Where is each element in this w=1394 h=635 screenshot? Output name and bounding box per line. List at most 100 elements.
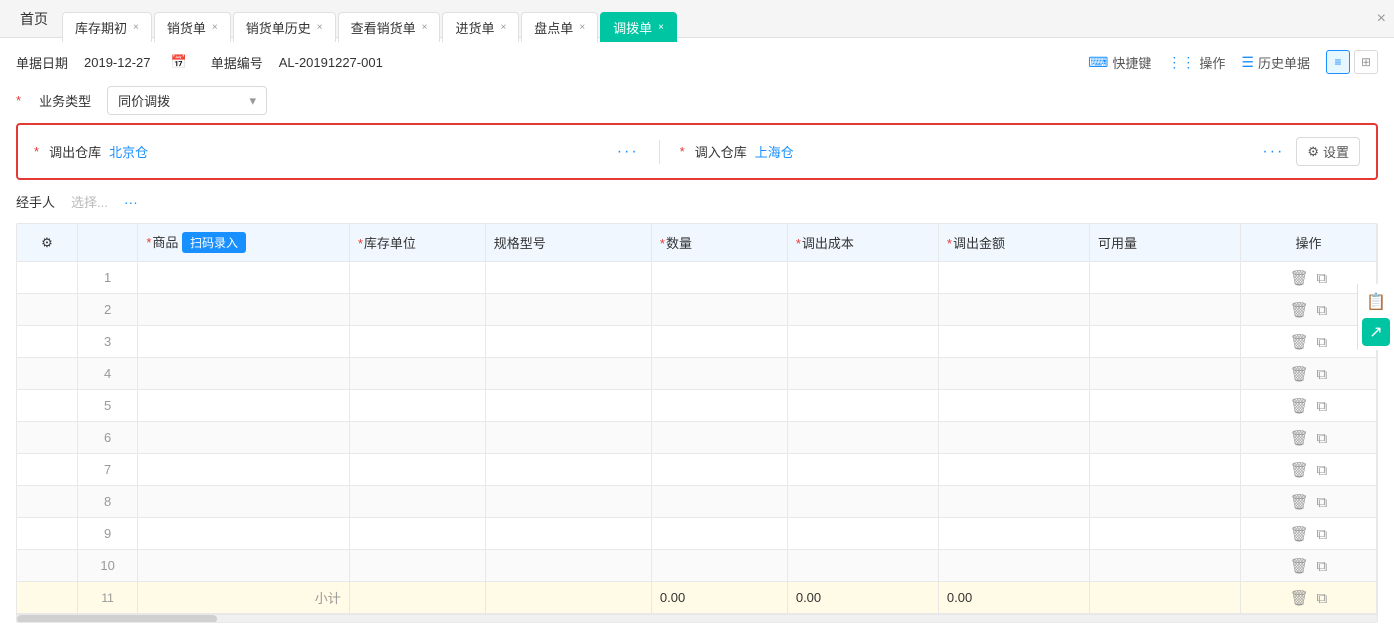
- row-qty-cell[interactable]: [651, 518, 787, 550]
- row-amount-cell[interactable]: [938, 294, 1089, 326]
- row-qty-cell[interactable]: [651, 422, 787, 454]
- row-product-cell[interactable]: [138, 518, 349, 550]
- history-docs-action[interactable]: ☰ 历史单据: [1241, 53, 1310, 72]
- row-spec-cell[interactable]: [485, 422, 651, 454]
- row-amount-cell[interactable]: [938, 262, 1089, 294]
- row-product-cell[interactable]: [138, 390, 349, 422]
- row-qty-cell[interactable]: [651, 390, 787, 422]
- row-unit-cell[interactable]: [349, 326, 485, 358]
- delete-icon[interactable]: 🗑: [1290, 398, 1309, 415]
- delete-icon[interactable]: 🗑: [1290, 366, 1309, 383]
- col-gear-header[interactable]: ⚙: [17, 224, 77, 262]
- row-unit-cell[interactable]: [349, 358, 485, 390]
- close-icon[interactable]: ×: [658, 22, 664, 33]
- row-product-cell[interactable]: [138, 454, 349, 486]
- close-icon[interactable]: ×: [422, 22, 428, 33]
- row-unit-cell[interactable]: [349, 294, 485, 326]
- row-product-cell[interactable]: [138, 486, 349, 518]
- shortcuts-action[interactable]: ⌨ 快捷键: [1088, 53, 1151, 72]
- row-product-cell[interactable]: [138, 326, 349, 358]
- close-icon[interactable]: ×: [133, 22, 139, 33]
- copy-icon[interactable]: ⧉: [1316, 590, 1327, 607]
- grid-view-button[interactable]: ⊞: [1354, 50, 1378, 74]
- row-unit-cell[interactable]: [349, 550, 485, 582]
- row-cost-cell[interactable]: [787, 518, 938, 550]
- row-unit-cell[interactable]: [349, 262, 485, 294]
- row-cost-cell[interactable]: [787, 390, 938, 422]
- tab-view-sales[interactable]: 查看销货单 ×: [338, 12, 441, 42]
- copy-icon[interactable]: ⧉: [1316, 494, 1327, 511]
- close-icon[interactable]: ×: [579, 22, 585, 33]
- scroll-thumb[interactable]: [17, 615, 217, 623]
- close-icon[interactable]: ×: [317, 22, 323, 33]
- row-amount-cell[interactable]: [938, 518, 1089, 550]
- person-select[interactable]: 选择...: [71, 192, 108, 211]
- row-spec-cell[interactable]: [485, 326, 651, 358]
- row-amount-cell[interactable]: [938, 486, 1089, 518]
- row-qty-cell[interactable]: [651, 454, 787, 486]
- delete-icon[interactable]: 🗑: [1290, 462, 1309, 479]
- row-cost-cell[interactable]: [787, 262, 938, 294]
- row-unit-cell[interactable]: [349, 422, 485, 454]
- row-qty-cell[interactable]: [651, 358, 787, 390]
- row-product-cell[interactable]: [138, 422, 349, 454]
- copy-icon[interactable]: ⧉: [1316, 270, 1327, 287]
- row-qty-cell[interactable]: [651, 262, 787, 294]
- copy-icon[interactable]: ⧉: [1316, 366, 1327, 383]
- row-cost-cell[interactable]: [787, 326, 938, 358]
- row-unit-cell[interactable]: [349, 390, 485, 422]
- row-cost-cell[interactable]: [787, 454, 938, 486]
- delete-icon[interactable]: 🗑: [1290, 526, 1309, 543]
- row-unit-cell[interactable]: [349, 454, 485, 486]
- delete-icon[interactable]: 🗑: [1290, 590, 1309, 607]
- row-amount-cell[interactable]: [938, 454, 1089, 486]
- copy-icon[interactable]: ⧉: [1316, 430, 1327, 447]
- operations-action[interactable]: ⋮⋮ 操作: [1167, 53, 1225, 72]
- delete-icon[interactable]: 🗑: [1290, 302, 1309, 319]
- settings-button[interactable]: ⚙ 设置: [1296, 137, 1360, 166]
- row-cost-cell[interactable]: [787, 422, 938, 454]
- tab-inventory-count[interactable]: 盘点单 ×: [521, 12, 598, 42]
- tab-sales-history[interactable]: 销货单历史 ×: [233, 12, 336, 42]
- row-cost-cell[interactable]: [787, 358, 938, 390]
- row-qty-cell[interactable]: [651, 294, 787, 326]
- copy-icon[interactable]: ⧉: [1316, 558, 1327, 575]
- tab-purchase-order[interactable]: 进货单 ×: [442, 12, 519, 42]
- tab-transfer-order[interactable]: 调拨单 ×: [600, 12, 677, 42]
- row-spec-cell[interactable]: [485, 486, 651, 518]
- tab-sales-order[interactable]: 销货单 ×: [154, 12, 231, 42]
- delete-icon[interactable]: 🗑: [1290, 430, 1309, 447]
- barcode-scan-button[interactable]: 扫码录入: [182, 232, 246, 253]
- warehouse-out-value[interactable]: 北京仓: [109, 142, 148, 161]
- person-more-button[interactable]: ···: [124, 194, 138, 210]
- row-amount-cell[interactable]: [938, 422, 1089, 454]
- delete-icon[interactable]: 🗑: [1290, 334, 1309, 351]
- row-spec-cell[interactable]: [485, 262, 651, 294]
- warehouse-out-more-button[interactable]: ···: [617, 143, 639, 161]
- delete-icon[interactable]: 🗑: [1290, 494, 1309, 511]
- horizontal-scrollbar[interactable]: [17, 614, 1377, 622]
- close-icon[interactable]: ×: [500, 22, 506, 33]
- row-spec-cell[interactable]: [485, 454, 651, 486]
- business-type-select[interactable]: 同价调拨 ▾: [107, 86, 267, 115]
- warehouse-in-value[interactable]: 上海仓: [755, 142, 794, 161]
- copy-icon[interactable]: ⧉: [1316, 398, 1327, 415]
- copy-icon[interactable]: ⧉: [1316, 302, 1327, 319]
- row-amount-cell[interactable]: [938, 550, 1089, 582]
- date-value[interactable]: 2019-12-27: [84, 55, 151, 70]
- row-cost-cell[interactable]: [787, 486, 938, 518]
- row-qty-cell[interactable]: [651, 326, 787, 358]
- row-spec-cell[interactable]: [485, 518, 651, 550]
- row-product-cell[interactable]: [138, 550, 349, 582]
- window-close-button[interactable]: ×: [1377, 10, 1386, 28]
- row-spec-cell[interactable]: [485, 294, 651, 326]
- row-amount-cell[interactable]: [938, 390, 1089, 422]
- row-cost-cell[interactable]: [787, 294, 938, 326]
- row-qty-cell[interactable]: [651, 486, 787, 518]
- row-product-cell[interactable]: [138, 262, 349, 294]
- row-amount-cell[interactable]: [938, 358, 1089, 390]
- row-unit-cell[interactable]: [349, 518, 485, 550]
- list-view-button[interactable]: ≡: [1326, 50, 1350, 74]
- tab-inventory-init[interactable]: 库存期初 ×: [62, 12, 152, 42]
- row-qty-cell[interactable]: [651, 550, 787, 582]
